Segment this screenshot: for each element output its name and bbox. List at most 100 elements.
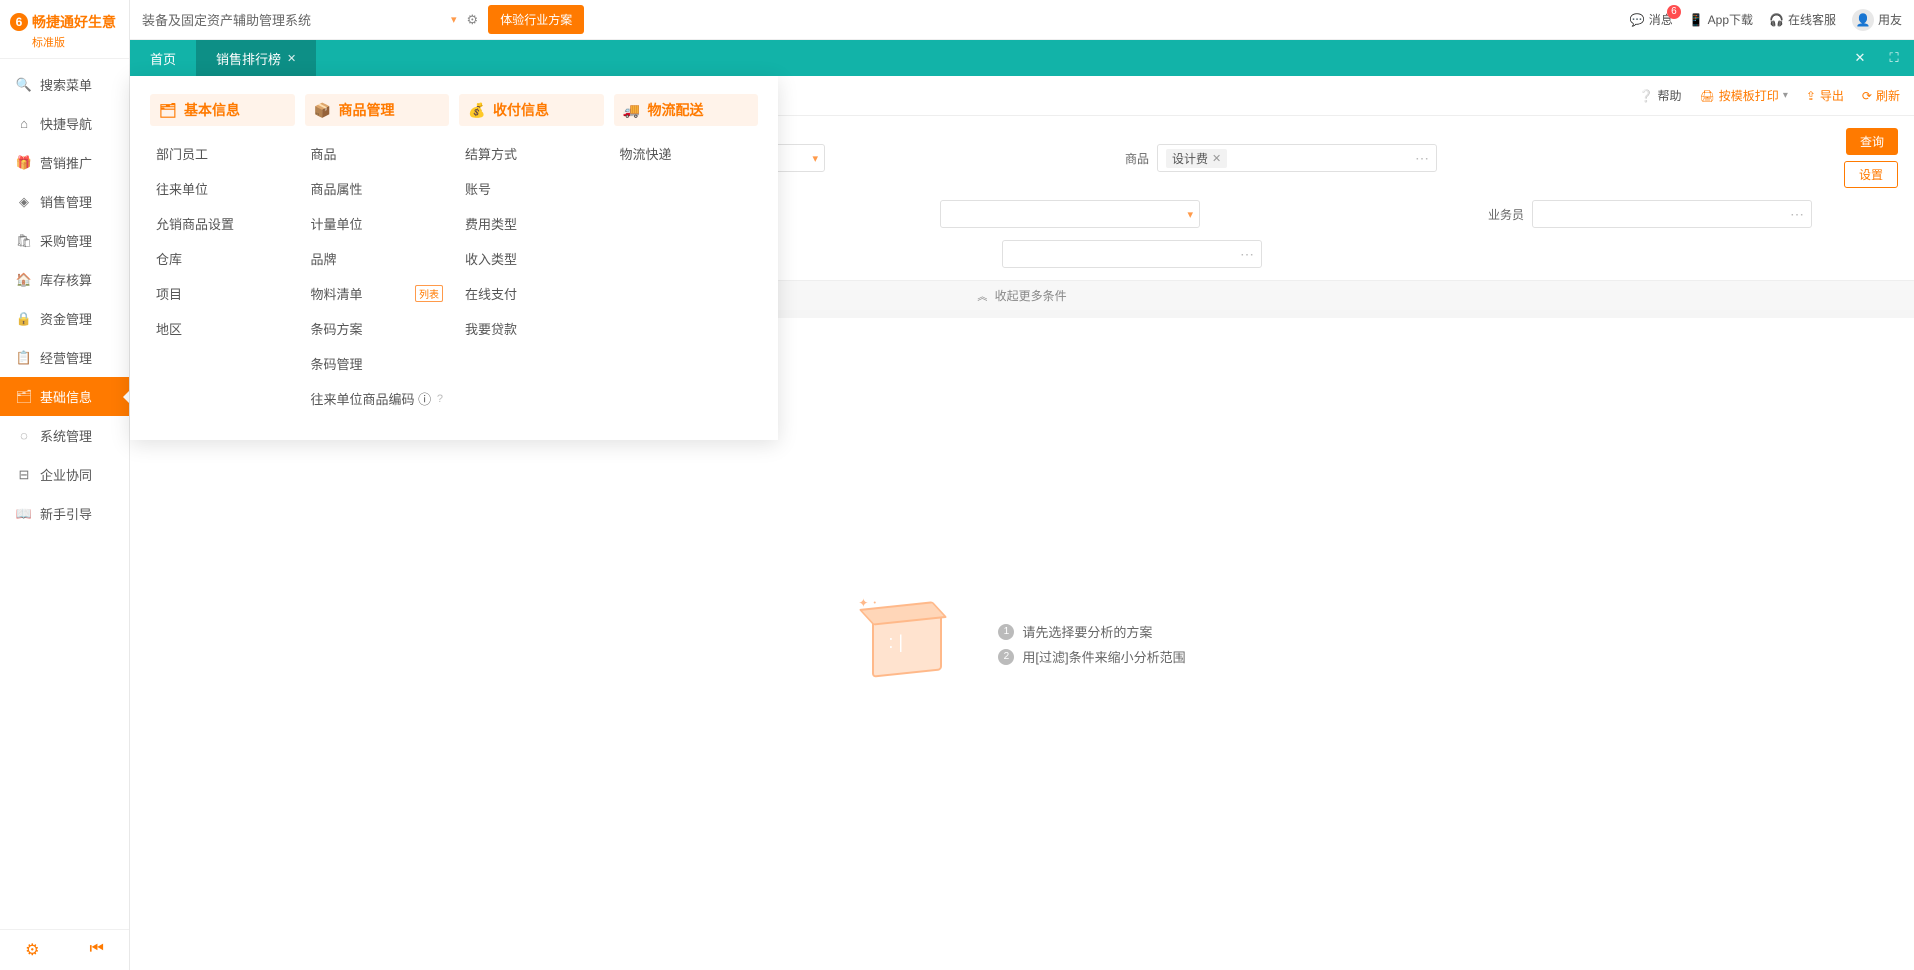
- sales-input[interactable]: ⋯: [1532, 200, 1812, 228]
- flyout-item[interactable]: 往来单位: [150, 171, 295, 206]
- flyout-item[interactable]: 部门员工: [150, 136, 295, 171]
- flyout-item[interactable]: 仓库: [150, 241, 295, 276]
- flyout-item-label: 部门员工: [156, 144, 208, 163]
- system-settings-icon[interactable]: ⚙: [467, 12, 479, 28]
- flyout-item[interactable]: 我要贷款: [459, 311, 604, 346]
- chat-icon: 💬: [1630, 13, 1645, 27]
- sidebar-item-7[interactable]: 📋 经营管理: [0, 338, 129, 377]
- industry-plan-button[interactable]: 体验行业方案: [488, 5, 584, 34]
- filter-settings-button[interactable]: 设置: [1844, 161, 1898, 188]
- search-icon: 🔍: [16, 77, 32, 93]
- flyout-heading-label: 基本信息: [184, 100, 240, 120]
- sidebar-item-5[interactable]: 🏠库存核算: [0, 260, 129, 299]
- flyout-item[interactable]: 费用类型: [459, 206, 604, 241]
- export-button[interactable]: ⇪ 导出: [1806, 87, 1844, 104]
- flyout-item[interactable]: 地区: [150, 311, 295, 346]
- app-download-button[interactable]: 📱 App下载: [1689, 11, 1753, 28]
- flyout-item[interactable]: 项目: [150, 276, 295, 311]
- flyout-item-label: 费用类型: [465, 214, 517, 233]
- user-menu[interactable]: 👤 用友: [1852, 9, 1902, 31]
- sidebar-item-label: 基础信息: [40, 387, 92, 406]
- flyout-item[interactable]: 商品: [305, 136, 450, 171]
- sidebar-item-11[interactable]: 📖新手引导: [0, 494, 129, 533]
- extra-input[interactable]: ⋯: [1002, 240, 1262, 268]
- flyout-item-label: 我要贷款: [465, 319, 517, 338]
- messages-button[interactable]: 💬 消息 6: [1630, 11, 1673, 28]
- flyout-item-label: 计量单位: [311, 214, 363, 233]
- flyout-item-label: 物料清单: [311, 284, 363, 303]
- more-icon[interactable]: ⋯: [1790, 206, 1805, 223]
- product-input[interactable]: 设计费 ✕ ⋯: [1157, 144, 1437, 172]
- query-button[interactable]: 查询: [1846, 128, 1898, 155]
- section-icon: 💰: [467, 100, 487, 120]
- flyout-item[interactable]: 计量单位: [305, 206, 450, 241]
- flyout-item[interactable]: 条码管理: [305, 346, 450, 381]
- sidebar-item-0[interactable]: 🔍搜索菜单: [0, 65, 129, 104]
- sidebar-item-1[interactable]: ⌂快捷导航: [0, 104, 129, 143]
- tab-1[interactable]: 销售排行榜✕: [196, 40, 316, 76]
- flyout-item[interactable]: 品牌: [305, 241, 450, 276]
- sales-label: 业务员: [1480, 206, 1524, 223]
- chip-remove-icon[interactable]: ✕: [1212, 152, 1221, 165]
- section-icon: 📦: [313, 100, 333, 120]
- flyout-item[interactable]: 物料清单列表: [305, 276, 450, 311]
- sidebar-item-4[interactable]: 🛍采购管理: [0, 221, 129, 260]
- tab-0[interactable]: 首页: [130, 40, 196, 76]
- sidebar-item-3[interactable]: ◈销售管理: [0, 182, 129, 221]
- tab-close-icon[interactable]: ✕: [287, 52, 296, 65]
- close-all-tabs-icon[interactable]: ✕: [1848, 46, 1872, 70]
- sidebar-item-8[interactable]: 🗂基础信息: [0, 377, 129, 416]
- flyout-item[interactable]: 账号: [459, 171, 604, 206]
- flyout-item[interactable]: 收入类型: [459, 241, 604, 276]
- help-icon[interactable]: ?: [437, 393, 443, 405]
- collapse-sidebar-icon[interactable]: ⏮: [90, 940, 104, 960]
- flyout-item[interactable]: 商品属性: [305, 171, 450, 206]
- flyout-item[interactable]: 往来单位商品编码 ⓘ?: [305, 381, 450, 416]
- system-select[interactable]: 装备及固定资产辅助管理系统 ▾: [142, 10, 457, 29]
- help-icon: ❔: [1639, 89, 1654, 103]
- flyout-heading: 🗂基本信息: [150, 94, 295, 126]
- sidebar-item-label: 经营管理: [40, 348, 92, 367]
- sidebar-item-9[interactable]: ◌系统管理: [0, 416, 129, 455]
- empty-state: ✦ ･ : | 1请先选择要分析的方案 2用[过滤]条件来缩小分析范围: [858, 594, 1185, 694]
- flyout-item[interactable]: 条码方案: [305, 311, 450, 346]
- settings-gear-icon[interactable]: ⚙: [25, 940, 39, 960]
- print-label: 按模板打印: [1719, 87, 1779, 104]
- flyout-col-3: 🚚物流配送物流快递: [614, 94, 759, 416]
- flyout-heading: 💰收付信息: [459, 94, 604, 126]
- clip-icon: 📋: [16, 350, 32, 366]
- system-select-label: 装备及固定资产辅助管理系统: [142, 10, 311, 29]
- extra-select[interactable]: ▾: [940, 200, 1200, 228]
- tab-label: 首页: [150, 49, 176, 68]
- sidebar-item-2[interactable]: 🎁营销推广: [0, 143, 129, 182]
- logo-area: 6 畅捷通好生意 标准版: [0, 0, 129, 59]
- house-icon: 🏠: [16, 272, 32, 288]
- flyout-item[interactable]: 结算方式: [459, 136, 604, 171]
- online-support-button[interactable]: 🎧 在线客服: [1769, 11, 1836, 28]
- collapse-label: 收起更多条件: [995, 289, 1067, 303]
- more-icon[interactable]: ⋯: [1240, 246, 1255, 263]
- tabs-bar: 首页 销售排行榜✕ ✕ ⛶: [130, 40, 1914, 76]
- flyout-col-1: 📦商品管理商品商品属性计量单位品牌物料清单列表条码方案条码管理往来单位商品编码 …: [305, 94, 450, 416]
- basic-info-flyout: 🗂基本信息部门员工往来单位允销商品设置仓库项目地区📦商品管理商品商品属性计量单位…: [130, 76, 778, 440]
- more-icon[interactable]: ⋯: [1415, 150, 1430, 167]
- sidebar-item-6[interactable]: 🔒资金管理: [0, 299, 129, 338]
- flyout-item[interactable]: 在线支付: [459, 276, 604, 311]
- sidebar-item-10[interactable]: ⊟企业协同: [0, 455, 129, 494]
- refresh-button[interactable]: ⟳ 刷新: [1862, 87, 1900, 104]
- flyout-item-label: 商品: [311, 144, 337, 163]
- messages-badge: 6: [1667, 5, 1681, 19]
- print-template-button[interactable]: 🖨 按模板打印 ▾: [1700, 87, 1788, 104]
- export-label: 导出: [1820, 87, 1844, 104]
- flyout-item[interactable]: 物流快递: [614, 136, 759, 171]
- circle-icon: ◌: [16, 428, 32, 444]
- bag-icon: 🛍: [16, 233, 32, 249]
- lock-icon: 🔒: [16, 311, 32, 327]
- flyout-col-0: 🗂基本信息部门员工往来单位允销商品设置仓库项目地区: [150, 94, 295, 416]
- fullscreen-icon[interactable]: ⛶: [1882, 46, 1906, 70]
- flyout-item[interactable]: 允销商品设置: [150, 206, 295, 241]
- sidebar-item-label: 快捷导航: [40, 114, 92, 133]
- help-button[interactable]: ❔ 帮助: [1639, 87, 1682, 104]
- flyout-item-label: 账号: [465, 179, 491, 198]
- chevron-up-icon: ︽: [977, 292, 987, 303]
